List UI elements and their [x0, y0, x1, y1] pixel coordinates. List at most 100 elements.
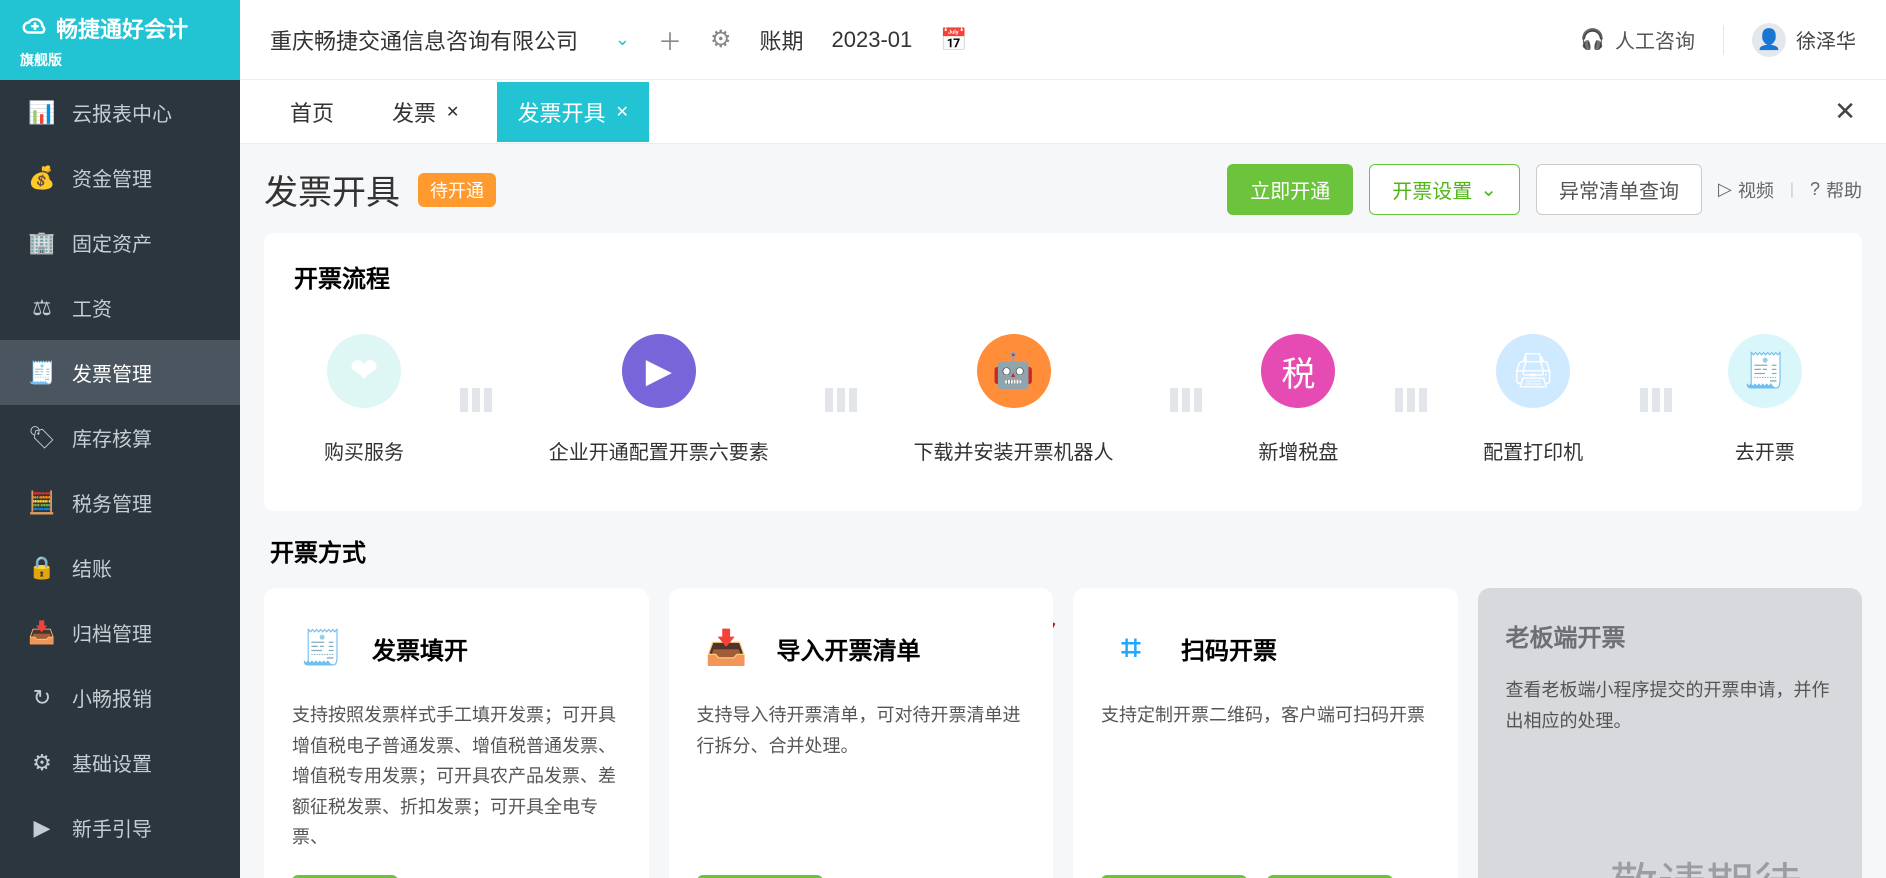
- abnormal-list-button[interactable]: 异常清单查询: [1536, 164, 1702, 215]
- link-label: 帮助: [1826, 177, 1862, 203]
- video-link[interactable]: ▷视频: [1718, 177, 1774, 203]
- step-separator: [811, 388, 871, 412]
- settings-button[interactable]: ⚙: [710, 25, 732, 54]
- sidebar-item-label: 云报表中心: [72, 98, 172, 127]
- step-separator: [1381, 388, 1441, 412]
- chart-icon: 📊: [28, 99, 56, 127]
- topbar: 重庆畅捷交通信息咨询有限公司 ⌄ ＋ ⚙ 账期 2023-01 📅 🎧人工咨询 …: [240, 0, 1886, 80]
- lock-icon: 🔒: [28, 554, 56, 582]
- sidebar-item-label: 发票管理: [72, 358, 152, 387]
- sidebar-item-label: 新手引导: [72, 813, 152, 842]
- robot-icon: 🤖: [977, 334, 1051, 408]
- step-separator: [446, 388, 506, 412]
- gear-icon: ⚙: [28, 749, 56, 777]
- sidebar-item-guide[interactable]: ▶ 新手引导: [0, 795, 240, 860]
- period-value[interactable]: 2023-01: [832, 27, 913, 53]
- chevron-down-icon: ⌄: [615, 29, 630, 50]
- method-card-import: 📥导入开票清单 支持导入待开票清单，可对待开票清单进行拆分、合并处理。 导入清单: [669, 588, 1054, 878]
- brand-logo: 畅捷通好会计 旗舰版: [0, 0, 240, 80]
- watermark: 敬请期待: [1610, 846, 1802, 878]
- step-label: 新增税盘: [1258, 436, 1338, 465]
- sidebar-item-salary[interactable]: ⚖工资: [0, 275, 240, 340]
- flow-steps: ❤购买服务 ▶ 企业开通配置开票六要素 🤖下载并安装开票机器人 税新增税盘 🖨 配置…: [294, 324, 1832, 485]
- sidebar-item-label: 归档管理: [72, 618, 152, 647]
- play-icon: ▷: [1718, 179, 1732, 200]
- sidebar-item-tax[interactable]: 🧮 税务管理: [0, 470, 240, 535]
- content: 发票开具 待开通 立即开通 开票设置⌄ 异常清单查询 ▷视频 | ?帮助 开票流…: [240, 144, 1886, 878]
- sidebar-item-invoice[interactable]: 🧾 发票管理: [0, 340, 240, 405]
- flow-step[interactable]: ▶ 企业开通配置开票六要素: [549, 334, 769, 465]
- card-title: 导入开票清单: [777, 631, 921, 666]
- section-title: 开票方式: [270, 533, 1862, 568]
- printer-icon: 🖨: [1496, 334, 1570, 408]
- step-label: 去开票: [1735, 436, 1795, 465]
- step-label: 配置打印机: [1483, 436, 1583, 465]
- flow-step[interactable]: ❤购买服务: [324, 334, 404, 465]
- page-title: 发票开具: [264, 165, 400, 214]
- company-select[interactable]: 重庆畅捷交通信息咨询有限公司 ⌄: [270, 17, 630, 63]
- sidebar-item-settings[interactable]: ⚙基础设置: [0, 730, 240, 795]
- help-link[interactable]: ? 帮助: [1810, 177, 1862, 203]
- step-label: 企业开通配置开票六要素: [549, 436, 769, 465]
- sidebar-item-label: 资金管理: [72, 163, 152, 192]
- sidebar: 畅捷通好会计 旗舰版 📊云报表中心 💰资金管理 🏢固定资产 ⚖工资 🧾发票管理 …: [0, 0, 240, 878]
- sidebar-item-label: 工资: [72, 293, 112, 322]
- heart-icon: ❤: [327, 334, 401, 408]
- help-icon: ?: [1810, 179, 1820, 200]
- method-cards: 🧾发票填开 支持按照发票样式手工填开发票；可开具增值税电子普通发票、增值税普通发…: [264, 588, 1862, 878]
- flow-step[interactable]: 税新增税盘: [1258, 334, 1338, 465]
- tabs-close-all[interactable]: ✕: [1834, 96, 1856, 127]
- add-button[interactable]: ＋: [658, 22, 682, 57]
- invoice-settings-button[interactable]: 开票设置⌄: [1369, 164, 1520, 215]
- chevron-down-icon: ⌄: [1480, 177, 1497, 202]
- receipt-icon: 🧾: [292, 618, 352, 678]
- username: 徐泽华: [1796, 25, 1856, 54]
- flow-step[interactable]: 🧾去开票: [1728, 334, 1802, 465]
- card-desc: 查看老板端小程序提交的开票申请，并作出相应的处理。: [1506, 675, 1835, 736]
- card-desc: 支持定制开票二维码，客户端可扫码开票: [1101, 700, 1430, 731]
- tabbar: 首页 发票✕ 发票开具✕ ✕: [240, 80, 1886, 144]
- sidebar-item-label: 库存核算: [72, 423, 152, 452]
- card-title: 发票填开: [372, 631, 468, 666]
- period-label: 账期: [760, 24, 804, 56]
- flow-step[interactable]: 🤖下载并安装开票机器人: [914, 334, 1114, 465]
- page-header: 发票开具 待开通 立即开通 开票设置⌄ 异常清单查询 ▷视频 | ?帮助: [264, 164, 1862, 215]
- sidebar-item-assets[interactable]: 🏢固定资产: [0, 210, 240, 275]
- tab-invoice-issue[interactable]: 发票开具✕: [497, 82, 648, 142]
- play-icon: ▶: [28, 814, 56, 842]
- method-card-boss: 老板端开票 查看老板端小程序提交的开票申请，并作出相应的处理。 敬请期待: [1478, 588, 1863, 878]
- company-name: 重庆畅捷交通信息咨询有限公司: [270, 24, 578, 56]
- close-icon[interactable]: ✕: [446, 102, 459, 122]
- building-icon: 🏢: [28, 229, 56, 257]
- calendar-icon[interactable]: 📅: [940, 27, 967, 53]
- qrcode-icon: ⌗: [1101, 618, 1161, 678]
- tax-disk-icon: 税: [1261, 334, 1335, 408]
- sidebar-item-expense[interactable]: ↻小畅报销: [0, 665, 240, 730]
- brand-name: 畅捷通好会计: [56, 12, 188, 44]
- invoice-icon: 🧾: [28, 359, 56, 387]
- support-label: 人工咨询: [1615, 25, 1695, 54]
- sidebar-item-funds[interactable]: 💰 资金管理: [0, 145, 240, 210]
- close-icon[interactable]: ✕: [615, 102, 628, 122]
- config-icon: ▶: [622, 334, 696, 408]
- main: 重庆畅捷交通信息咨询有限公司 ⌄ ＋ ⚙ 账期 2023-01 📅 🎧人工咨询 …: [240, 0, 1886, 878]
- sidebar-item-inventory[interactable]: 🏷库存核算: [0, 405, 240, 470]
- card-title: 扫码开票: [1181, 631, 1277, 666]
- activate-button[interactable]: 立即开通: [1227, 164, 1353, 215]
- tab-home[interactable]: 首页: [270, 82, 354, 142]
- support-link[interactable]: 🎧人工咨询: [1580, 25, 1695, 54]
- user-menu[interactable]: 👤徐泽华: [1752, 23, 1856, 57]
- flow-step[interactable]: 🖨 配置打印机: [1483, 334, 1583, 465]
- tab-invoice[interactable]: 发票✕: [372, 82, 479, 142]
- tax-icon: 🧮: [28, 489, 56, 517]
- sidebar-item-label: 小畅报销: [72, 683, 152, 712]
- sidebar-item-label: 结账: [72, 553, 112, 582]
- sidebar-item-close[interactable]: 🔒 结账: [0, 535, 240, 600]
- sidebar-item-archive[interactable]: 📥归档管理: [0, 600, 240, 665]
- method-card-fill: 🧾发票填开 支持按照发票样式手工填开发票；可开具增值税电子普通发票、增值税普通发…: [264, 588, 649, 878]
- sidebar-item-report[interactable]: 📊 云报表中心: [0, 80, 240, 145]
- sidebar-item-label: 税务管理: [72, 488, 152, 517]
- card-title: 老板端开票: [1506, 618, 1626, 653]
- money-icon: 💰: [28, 164, 56, 192]
- flow-card: 开票流程 ❤购买服务 ▶企业开通配置开票六要素 🤖下载并安装开票机器人 税新增税…: [264, 233, 1862, 511]
